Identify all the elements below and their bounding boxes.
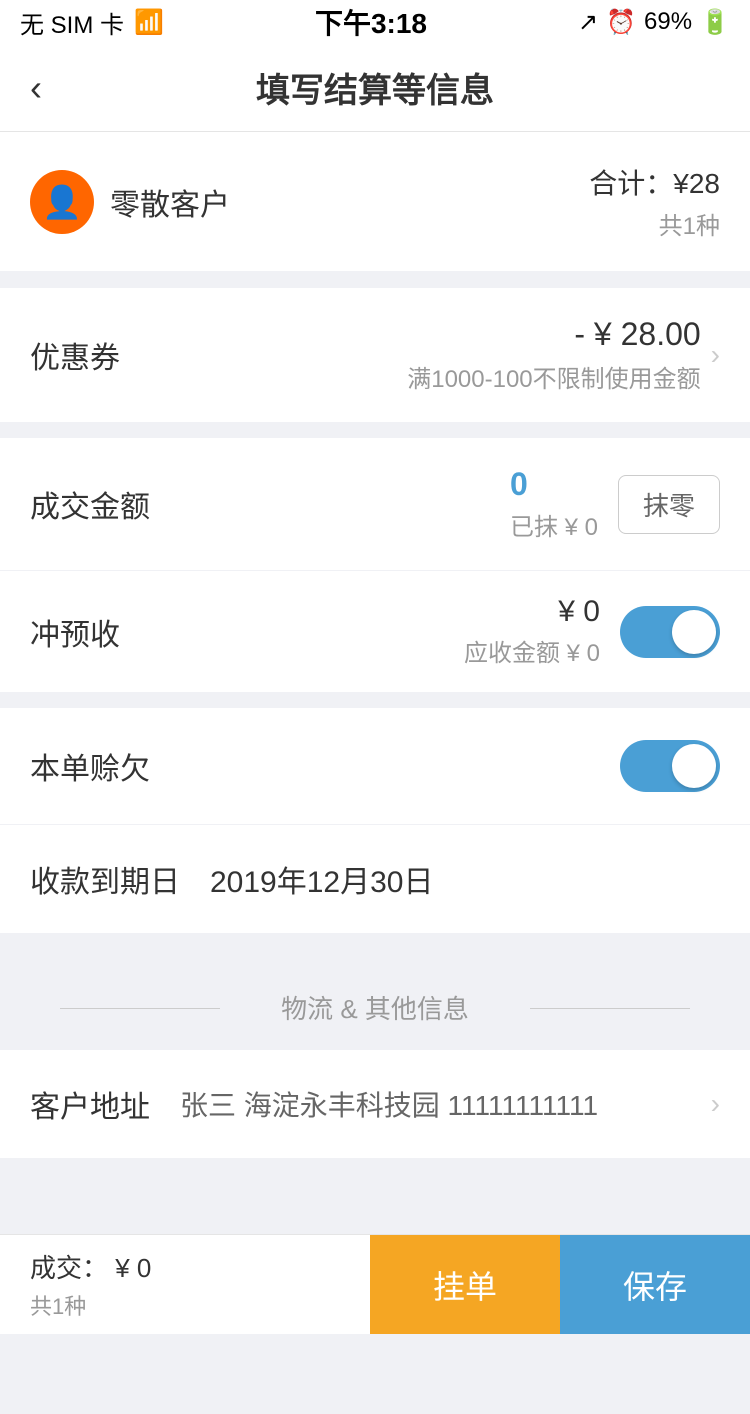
location-icon: ↗ <box>578 8 598 37</box>
due-date-value: 2019年12月30日 <box>210 857 433 901</box>
status-right: ↗ ⏰ 69% 🔋 <box>578 8 730 37</box>
total-amount: 合计：¥28 <box>589 162 720 202</box>
bottom-info: 成交： ¥ 0 共1种 <box>0 1235 370 1334</box>
bottom-bar: 成交： ¥ 0 共1种 挂单 保存 <box>0 1234 750 1334</box>
chevron-right-icon: › <box>711 339 720 371</box>
due-date-row: 收款到期日 2019年12月30日 <box>0 824 750 933</box>
deal-amount-label: 成交金额 <box>30 491 150 524</box>
coupon-discount: - ¥ 28.00 <box>407 316 700 353</box>
divider-1 <box>0 692 750 708</box>
page-title: 填写结算等信息 <box>256 63 494 112</box>
divider-2 <box>0 949 750 965</box>
bottom-deal-text: 成交： ¥ 0 <box>30 1248 340 1285</box>
prepay-right: ¥ 0 应收金额 ¥ 0 <box>464 595 720 668</box>
address-label: 客户地址 <box>30 1082 150 1126</box>
address-section[interactable]: 客户地址 张三 海淀永丰科技园 11111111111 › <box>0 1050 750 1158</box>
nav-bar: ‹ 填写结算等信息 <box>0 44 750 132</box>
amount-section: 成交金额 0 已抹 ¥ 0 抹零 冲预收 ¥ 0 应收金额 ¥ 0 <box>0 438 750 692</box>
logistics-header: 物流 & 其他信息 <box>0 965 750 1050</box>
deal-label-block: 成交金额 <box>30 482 150 526</box>
bottom-count-text: 共1种 <box>30 1289 340 1321</box>
coupon-label: 优惠券 <box>30 333 120 377</box>
deal-sub: 已抹 ¥ 0 <box>510 507 598 542</box>
customer-right: 合计：¥28 共1种 <box>589 162 720 241</box>
prepay-value-block: ¥ 0 应收金额 ¥ 0 <box>464 595 600 668</box>
status-bar: 无 SIM 卡 📶 下午3:18 ↗ ⏰ 69% 🔋 <box>0 0 750 44</box>
address-row: 客户地址 张三 海淀永丰科技园 11111111111 › <box>0 1050 750 1158</box>
status-time: 下午3:18 <box>315 2 427 42</box>
coupon-desc: 满1000-100不限制使用金额 <box>407 359 700 394</box>
debt-row: 本单赊欠 <box>0 708 750 824</box>
logistics-title: 物流 & 其他信息 <box>281 994 469 1024</box>
battery-text: 69% <box>644 8 692 36</box>
wifi-icon: 📶 <box>134 8 164 37</box>
deal-value-block: 0 已抹 ¥ 0 <box>510 466 598 542</box>
alarm-icon: ⏰ <box>606 8 636 37</box>
deal-amount-row: 成交金额 0 已抹 ¥ 0 抹零 <box>0 438 750 570</box>
customer-left: 👤 零散客户 <box>30 170 230 234</box>
total-count: 共1种 <box>589 206 720 241</box>
prepay-row: 冲预收 ¥ 0 应收金额 ¥ 0 <box>0 570 750 692</box>
deal-right: 0 已抹 ¥ 0 抹零 <box>510 466 720 542</box>
round-button[interactable]: 抹零 <box>618 475 720 534</box>
prepay-sub: 应收金额 ¥ 0 <box>464 633 600 668</box>
deal-value: 0 <box>510 466 598 503</box>
coupon-row: 优惠券 - ¥ 28.00 满1000-100不限制使用金额 › <box>0 287 750 422</box>
due-date-label: 收款到期日 <box>30 857 180 901</box>
customer-name: 零散客户 <box>110 180 230 224</box>
coupon-right: - ¥ 28.00 满1000-100不限制使用金额 <box>407 316 700 394</box>
back-button[interactable]: ‹ <box>30 67 42 109</box>
prepay-value: ¥ 0 <box>464 595 600 629</box>
customer-section: 👤 零散客户 合计：¥28 共1种 <box>0 132 750 271</box>
avatar: 👤 <box>30 170 94 234</box>
debt-toggle[interactable] <box>620 740 720 792</box>
coupon-section[interactable]: 优惠券 - ¥ 28.00 满1000-100不限制使用金额 › <box>0 287 750 422</box>
pending-button[interactable]: 挂单 <box>370 1235 560 1334</box>
debt-section: 本单赊欠 收款到期日 2019年12月30日 <box>0 708 750 933</box>
save-button[interactable]: 保存 <box>560 1235 750 1334</box>
address-value: 张三 海淀永丰科技园 11111111111 <box>180 1084 711 1124</box>
address-chevron-icon: › <box>711 1088 720 1120</box>
status-left: 无 SIM 卡 📶 <box>20 5 164 40</box>
prepay-label: 冲预收 <box>30 610 120 654</box>
avatar-icon: 👤 <box>42 183 82 221</box>
battery-icon: 🔋 <box>700 8 730 37</box>
prepay-toggle[interactable] <box>620 606 720 658</box>
customer-row: 👤 零散客户 合计：¥28 共1种 <box>0 132 750 271</box>
debt-label: 本单赊欠 <box>30 744 150 788</box>
no-sim-text: 无 SIM 卡 <box>20 5 124 40</box>
